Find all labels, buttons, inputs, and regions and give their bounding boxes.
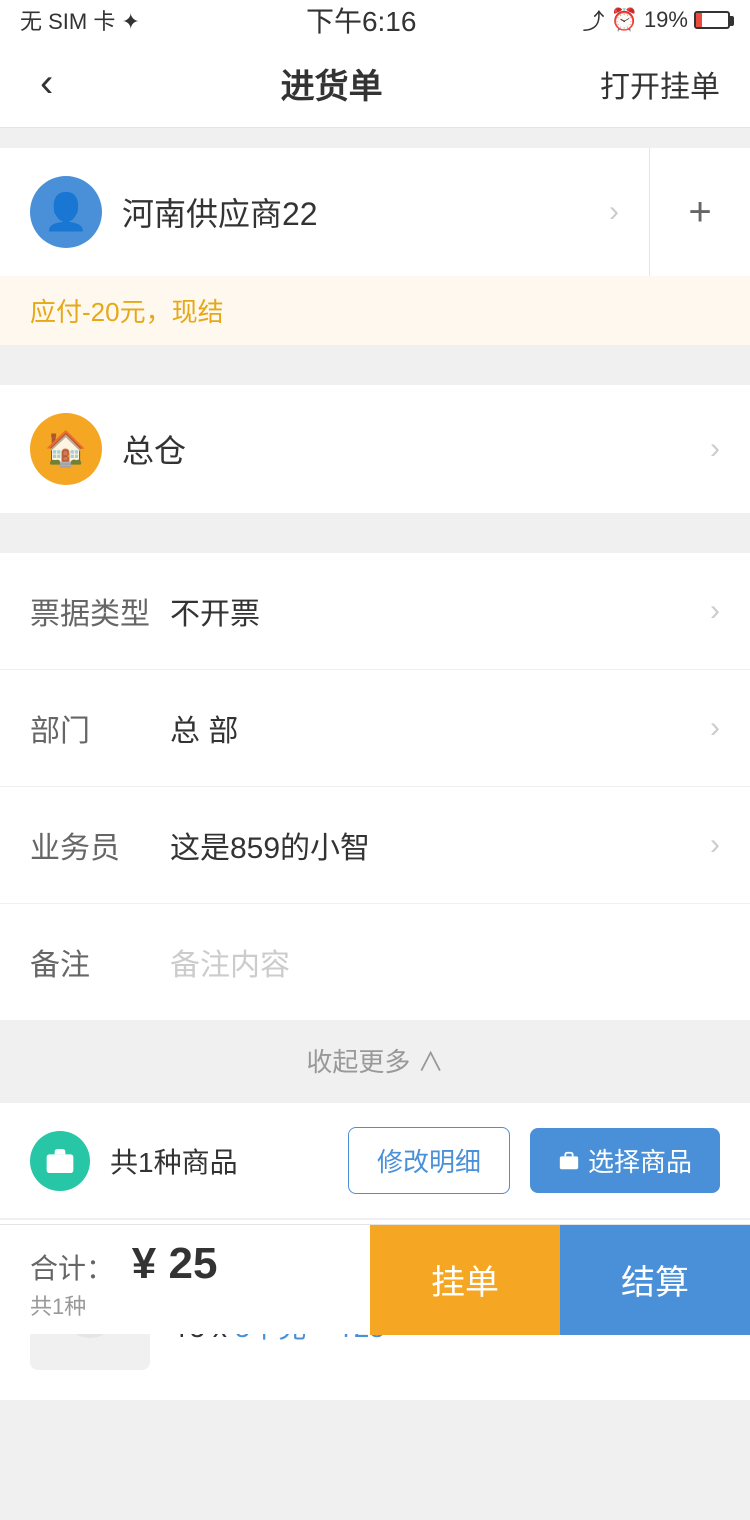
add-supplier-button[interactable]: + bbox=[650, 162, 750, 263]
supplier-selector[interactable]: 👤 河南供应商22 › bbox=[0, 148, 650, 276]
nav-bar: ‹ 进货单 打开挂单 bbox=[0, 40, 750, 128]
select-product-label: 选择商品 bbox=[588, 1142, 692, 1179]
warehouse-name: 总仓 bbox=[122, 426, 710, 472]
divider-1 bbox=[0, 128, 750, 148]
products-count: 共1种商品 bbox=[110, 1141, 328, 1181]
location-icon: ⤴ bbox=[583, 4, 605, 36]
open-pending-button[interactable]: 打开挂单 bbox=[600, 62, 720, 106]
status-right: ⤴ ⏰ 19% bbox=[583, 4, 730, 36]
salesperson-label: 业务员 bbox=[30, 823, 170, 867]
form-section: 票据类型 不开票 › 部门 总 部 › 业务员 这是859的小智 › 备注 备注… bbox=[0, 553, 750, 1020]
products-icon bbox=[30, 1131, 90, 1191]
chevron-right-icon: › bbox=[710, 828, 720, 862]
remark-label: 备注 bbox=[30, 940, 170, 984]
salesperson-value: 这是859的小智 bbox=[170, 823, 710, 867]
divider-3 bbox=[0, 513, 750, 533]
divider-2 bbox=[0, 345, 750, 365]
department-label: 部门 bbox=[30, 706, 170, 750]
status-left: 无 SIM 卡 ✦ bbox=[20, 4, 140, 36]
salesperson-row[interactable]: 业务员 这是859的小智 › bbox=[0, 787, 750, 904]
modify-detail-button[interactable]: 修改明细 bbox=[348, 1127, 510, 1194]
status-bar: 无 SIM 卡 ✦ 下午6:16 ⤴ ⏰ 19% bbox=[0, 0, 750, 40]
notice-bar: 应付-20元，现结 bbox=[0, 276, 750, 345]
warehouse-icon: 🏠 bbox=[30, 413, 102, 485]
checkout-button[interactable]: 结算 bbox=[560, 1225, 750, 1335]
ticket-type-label: 票据类型 bbox=[30, 589, 170, 633]
products-header: 共1种商品 修改明细 选择商品 bbox=[0, 1103, 750, 1218]
chevron-right-icon: › bbox=[609, 195, 619, 229]
status-time: 下午6:16 bbox=[306, 0, 417, 40]
bottom-bar: 合计： ¥ 25 共1种 挂单 结算 bbox=[0, 1224, 750, 1334]
total-section: 合计： ¥ 25 共1种 bbox=[0, 1239, 370, 1321]
total-count: 共1种 bbox=[30, 1289, 340, 1321]
back-button[interactable]: ‹ bbox=[30, 51, 63, 116]
remark-row[interactable]: 备注 备注内容 bbox=[0, 904, 750, 1020]
supplier-name: 河南供应商22 bbox=[122, 189, 609, 235]
collapse-bar[interactable]: 收起更多 ∧ bbox=[0, 1020, 750, 1101]
battery-text: 19% bbox=[644, 7, 688, 33]
department-value: 总 部 bbox=[170, 706, 710, 750]
supplier-section: 👤 河南供应商22 › + bbox=[0, 148, 750, 276]
sim-status: 无 SIM 卡 ✦ bbox=[20, 4, 140, 36]
chevron-right-icon: › bbox=[710, 432, 720, 466]
remark-input[interactable]: 备注内容 bbox=[170, 940, 720, 984]
chevron-right-icon: › bbox=[710, 711, 720, 745]
total-label: 合计： bbox=[30, 1253, 114, 1284]
warehouse-section[interactable]: 🏠 总仓 › bbox=[0, 385, 750, 513]
department-row[interactable]: 部门 总 部 › bbox=[0, 670, 750, 787]
ticket-type-row[interactable]: 票据类型 不开票 › bbox=[0, 553, 750, 670]
bottom-spacer bbox=[0, 1400, 750, 1520]
ticket-type-value: 不开票 bbox=[170, 589, 710, 633]
avatar: 👤 bbox=[30, 176, 102, 248]
chevron-right-icon: › bbox=[710, 594, 720, 628]
alarm-icon: ⏰ bbox=[611, 7, 638, 33]
battery-icon bbox=[694, 11, 730, 29]
hang-order-button[interactable]: 挂单 bbox=[370, 1225, 560, 1335]
select-product-button[interactable]: 选择商品 bbox=[530, 1128, 720, 1193]
page-title: 进货单 bbox=[281, 59, 383, 108]
total-amount: ¥ 25 bbox=[132, 1239, 218, 1288]
